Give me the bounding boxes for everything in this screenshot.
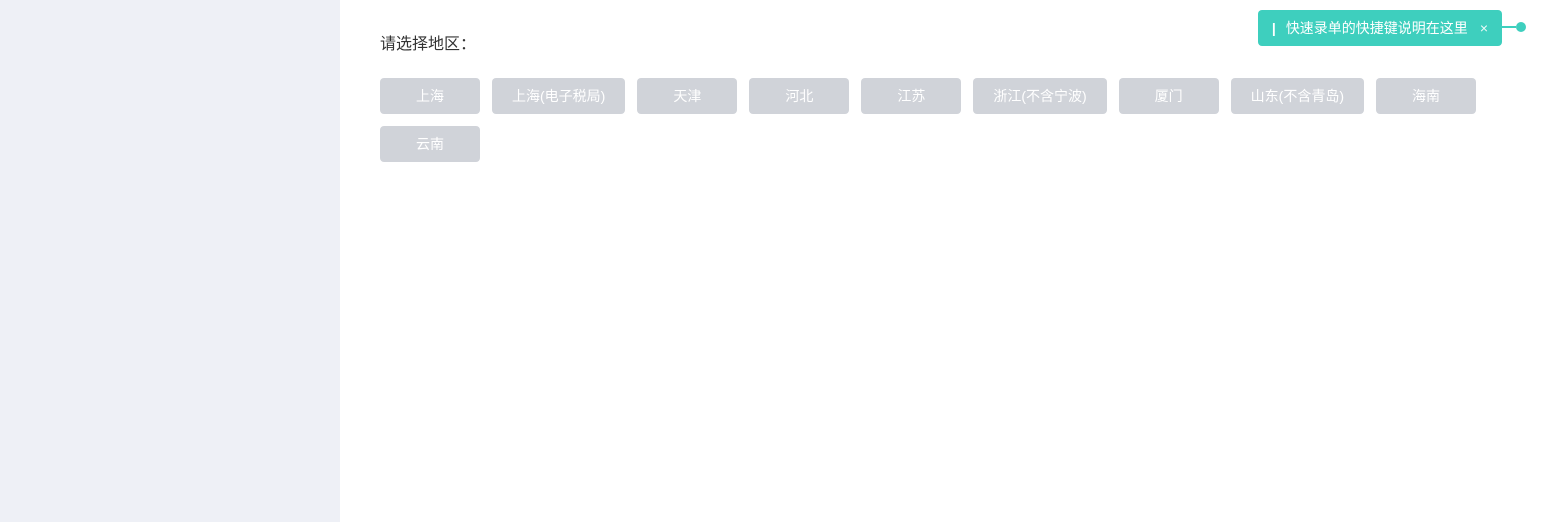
region-button-xiamen[interactable]: 厦门 <box>1119 78 1219 114</box>
region-button-hebei[interactable]: 河北 <box>749 78 849 114</box>
region-button-yunnan[interactable]: 云南 <box>380 126 480 162</box>
region-buttons-container: 上海上海(电子税局) 天津河北江苏浙江(不含宁波) 厦门山东(不含青岛) 海南云南 <box>380 78 1522 162</box>
region-button-hainan[interactable]: 海南 <box>1376 78 1476 114</box>
region-button-shanghai-etax[interactable]: 上海(电子税局) <box>492 78 625 114</box>
left-sidebar <box>0 0 340 522</box>
region-button-tianjin[interactable]: 天津 <box>637 78 737 114</box>
tooltip-text: 快速录单的快捷键说明在这里 <box>1286 18 1468 38</box>
tooltip-connector <box>1496 26 1516 28</box>
region-button-shanghai[interactable]: 上海 <box>380 78 480 114</box>
main-content: 请选择地区： 上海上海(电子税局)天津河北江苏浙江(不含宁波)厦门山东(不含青岛… <box>340 0 1562 522</box>
tooltip-close-button[interactable]: × <box>1480 20 1488 36</box>
region-button-jiangsu[interactable]: 江苏 <box>861 78 961 114</box>
region-button-zhejiang[interactable]: 浙江(不含宁波) <box>973 78 1106 114</box>
region-button-shandong[interactable]: 山东(不含青岛) <box>1231 78 1364 114</box>
tooltip-dot <box>1516 22 1526 32</box>
tooltip-bar: 快速录单的快捷键说明在这里 × <box>1258 10 1502 46</box>
